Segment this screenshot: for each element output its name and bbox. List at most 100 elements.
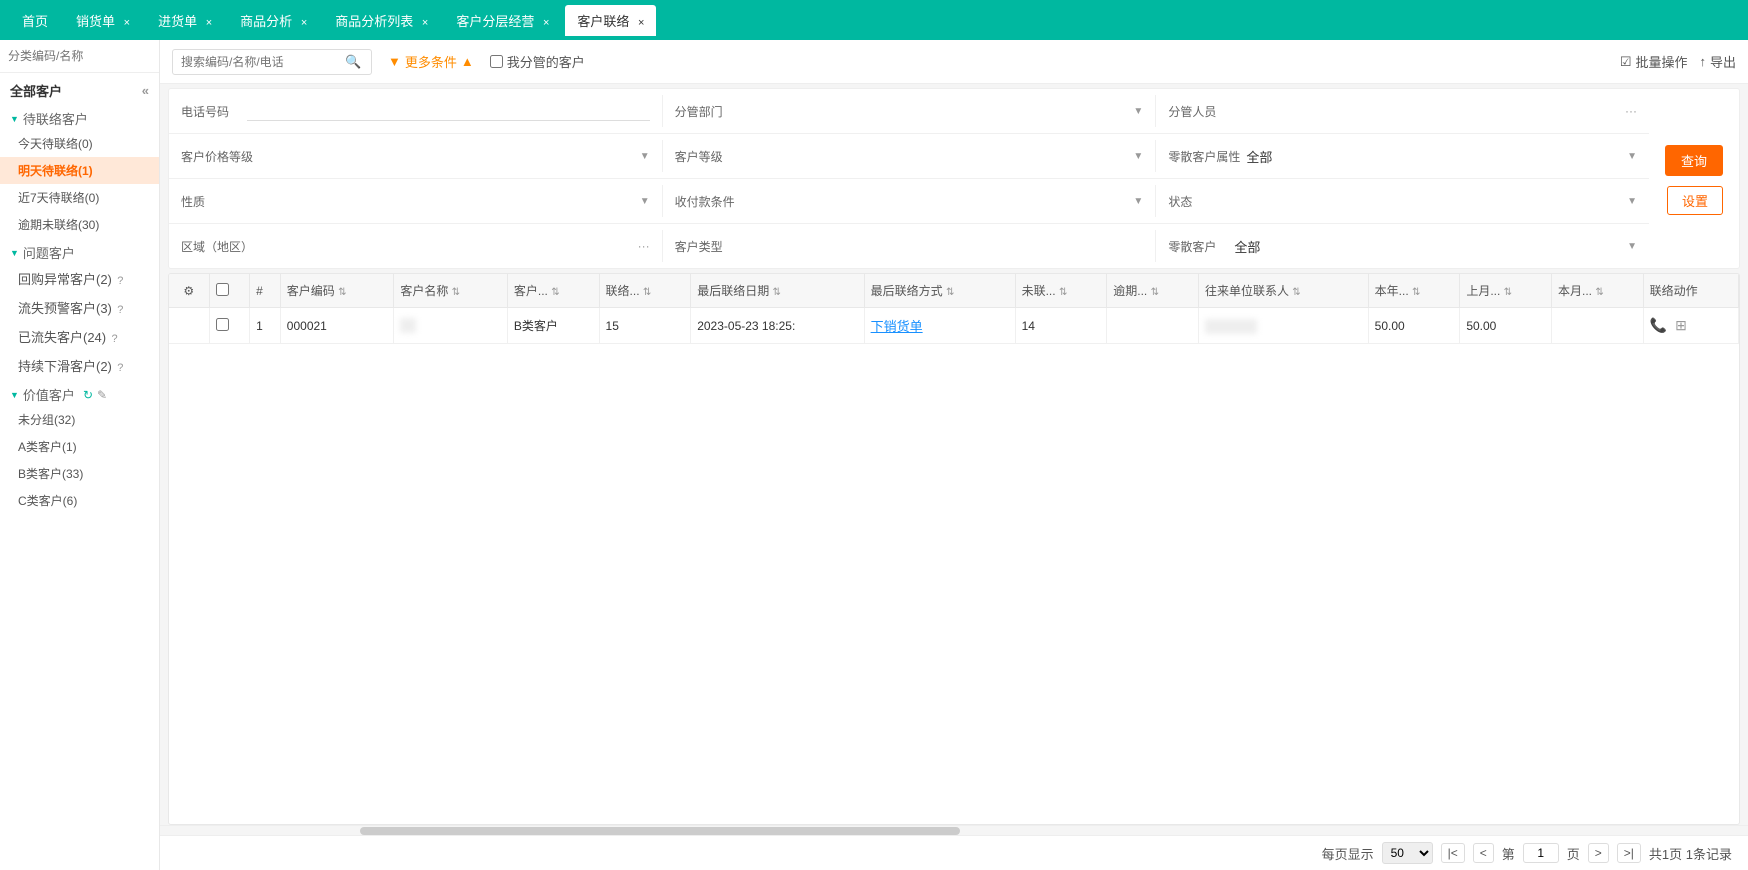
retail-attr-select[interactable]: 全部 ▼: [1246, 147, 1637, 166]
col-this-year[interactable]: 本年... ⇅: [1368, 274, 1460, 308]
table-header-row: ⚙ # 客户编码 ⇅ 客户名称 ⇅ 客户... ⇅ 联络... ⇅ 最后联络日期…: [169, 274, 1739, 308]
my-customers-checkbox-label[interactable]: 我分管的客户: [490, 52, 585, 71]
collapse-icon[interactable]: «: [142, 83, 149, 98]
scrollbar-thumb[interactable]: [360, 827, 960, 835]
col-contact[interactable]: 联络... ⇅: [599, 274, 691, 308]
col-last-date[interactable]: 最后联络日期 ⇅: [691, 274, 864, 308]
chevron-down-icon: ▼: [1627, 196, 1637, 207]
col-type[interactable]: 客户... ⇅: [507, 274, 599, 308]
phone-action-icon[interactable]: 📞: [1650, 317, 1667, 334]
sidebar-item-churned[interactable]: 已流失客户(24) ?: [0, 322, 159, 351]
nav-home[interactable]: 首页: [10, 5, 60, 36]
sidebar-item-churn-warning[interactable]: 流失预警客户(3) ?: [0, 293, 159, 322]
customer-level-select[interactable]: ▼: [741, 151, 1144, 162]
gender-select[interactable]: ▼: [247, 196, 650, 207]
sidebar: 🔍 全部客户 « ▼ 待联络客户 今天待联络(0) 明天待联络(1) 近7天待联…: [0, 40, 160, 870]
more-btn[interactable]: ···: [638, 239, 650, 253]
col-settings[interactable]: ⚙: [169, 274, 209, 308]
filter-icon: ▼: [388, 54, 401, 69]
price-level-select[interactable]: ▼: [259, 151, 650, 162]
cell-last-date: 2023-05-23 18:25:: [691, 308, 864, 344]
chevron-down-icon: ▼: [1627, 151, 1637, 162]
problem-section-label: ▼ 问题客户: [0, 238, 159, 264]
value-section-label: ▼ 价值客户 ↻ ✎: [0, 380, 159, 406]
top-nav: 首页 销货单 × 进货单 × 商品分析 × 商品分析列表 × 客户分层经营 × …: [0, 0, 1748, 40]
phone-input[interactable]: [247, 102, 650, 121]
toolbar-right: ☑ 批量操作 ↑ 导出: [1620, 52, 1736, 71]
all-customers-header: 全部客户 «: [0, 73, 159, 104]
filter-row-1: 电话号码 分管部门 ▼ 分管人员 ···: [169, 89, 1649, 134]
col-overdue[interactable]: 逾期... ⇅: [1107, 274, 1199, 308]
sidebar-item-ungrouped[interactable]: 未分组(32): [0, 406, 159, 433]
col-code[interactable]: 客户编码 ⇅: [280, 274, 394, 308]
status-select[interactable]: ▼: [1234, 196, 1637, 207]
per-page-select[interactable]: 50 100 200: [1382, 842, 1433, 864]
more-btn[interactable]: ···: [1625, 104, 1637, 118]
search-icon[interactable]: 🔍: [345, 54, 361, 70]
sidebar-item-overdue[interactable]: 逾期未联络(30): [0, 211, 159, 238]
refresh-icon[interactable]: ↻: [83, 388, 93, 402]
col-this-month[interactable]: 本月... ⇅: [1552, 274, 1644, 308]
cell-this-year: 50.00: [1368, 308, 1460, 344]
col-name[interactable]: 客户名称 ⇅: [394, 274, 508, 308]
payment-select[interactable]: ▼: [741, 196, 1144, 207]
main-search-input[interactable]: [181, 55, 341, 69]
sidebar-item-class-a[interactable]: A类客户(1): [0, 433, 159, 460]
batch-op-button[interactable]: ☑ 批量操作: [1620, 52, 1688, 71]
horizontal-scrollbar[interactable]: [160, 825, 1748, 835]
sidebar-item-declining[interactable]: 持续下滑客户(2) ?: [0, 351, 159, 380]
sort-icon: ⇅: [1412, 287, 1420, 298]
col-unit-contact[interactable]: 往来单位联系人 ⇅: [1198, 274, 1368, 308]
sort-icon: ⇅: [1151, 287, 1159, 298]
triangle-icon: ▼: [10, 390, 19, 400]
sidebar-item-class-c[interactable]: C类客户(6): [0, 487, 159, 514]
help-icon: ?: [117, 304, 123, 316]
export-button[interactable]: ↑ 导出: [1699, 52, 1736, 71]
chevron-down-icon: ▼: [640, 196, 650, 207]
filter-person: 分管人员 ···: [1156, 95, 1649, 127]
sidebar-search-input[interactable]: [8, 49, 160, 63]
person-select[interactable]: ···: [1234, 104, 1637, 118]
nav-sales[interactable]: 销货单 ×: [64, 5, 142, 36]
nav-product-analysis[interactable]: 商品分析 ×: [228, 5, 319, 36]
pending-section-label: ▼ 待联络客户: [0, 104, 159, 130]
nav-purchase[interactable]: 进货单 ×: [146, 5, 224, 36]
col-last-way[interactable]: 最后联络方式 ⇅: [864, 274, 1015, 308]
sidebar-item-class-b[interactable]: B类客户(33): [0, 460, 159, 487]
col-action: 联络动作: [1643, 274, 1738, 308]
footer: 每页显示 50 100 200 |< < 第 页 > >| 共1页 1条记录: [160, 835, 1748, 870]
my-customers-checkbox[interactable]: [490, 55, 503, 68]
grid-action-icon[interactable]: ⊞: [1675, 317, 1687, 334]
row-checkbox[interactable]: [216, 318, 229, 331]
nav-customer-contact[interactable]: 客户联络 ×: [565, 5, 656, 36]
sidebar-item-repurchase-abnormal[interactable]: 回购异常客户(2) ?: [0, 264, 159, 293]
query-button[interactable]: 查询: [1665, 145, 1723, 176]
cell-type: B类客户: [507, 308, 599, 344]
triangle-icon: ▼: [10, 114, 19, 124]
edit-icon[interactable]: ✎: [97, 388, 107, 402]
region-select[interactable]: ···: [259, 239, 650, 253]
nav-customer-tier[interactable]: 客户分层经营 ×: [444, 5, 561, 36]
sidebar-item-7days[interactable]: 近7天待联络(0): [0, 184, 159, 211]
sort-icon: ⇅: [1292, 287, 1300, 298]
first-page-button[interactable]: |<: [1441, 843, 1465, 863]
chevron-down-icon: ▼: [1133, 196, 1143, 207]
next-page-button[interactable]: >: [1588, 843, 1609, 863]
retail-customer-select[interactable]: 全部 ▼: [1234, 237, 1637, 256]
sidebar-item-today[interactable]: 今天待联络(0): [0, 130, 159, 157]
last-way-link[interactable]: 下销货单: [871, 319, 923, 334]
set-button[interactable]: 设置: [1667, 186, 1723, 215]
dept-select[interactable]: ▼: [741, 106, 1144, 117]
cell-checkbox: [209, 308, 250, 344]
nav-product-analysis-list[interactable]: 商品分析列表 ×: [323, 5, 440, 36]
col-uncontacted[interactable]: 未联... ⇅: [1015, 274, 1107, 308]
more-filter-button[interactable]: ▼ 更多条件 ▲: [380, 48, 482, 75]
total-records: 共1页 1条记录: [1649, 844, 1732, 863]
col-last-month[interactable]: 上月... ⇅: [1460, 274, 1552, 308]
prev-page-button[interactable]: <: [1473, 843, 1494, 863]
sort-icon: ⇅: [551, 287, 559, 298]
last-page-button[interactable]: >|: [1617, 843, 1641, 863]
page-input[interactable]: [1523, 843, 1559, 863]
sidebar-item-tomorrow[interactable]: 明天待联络(1): [0, 157, 159, 184]
select-all-checkbox[interactable]: [216, 283, 229, 296]
